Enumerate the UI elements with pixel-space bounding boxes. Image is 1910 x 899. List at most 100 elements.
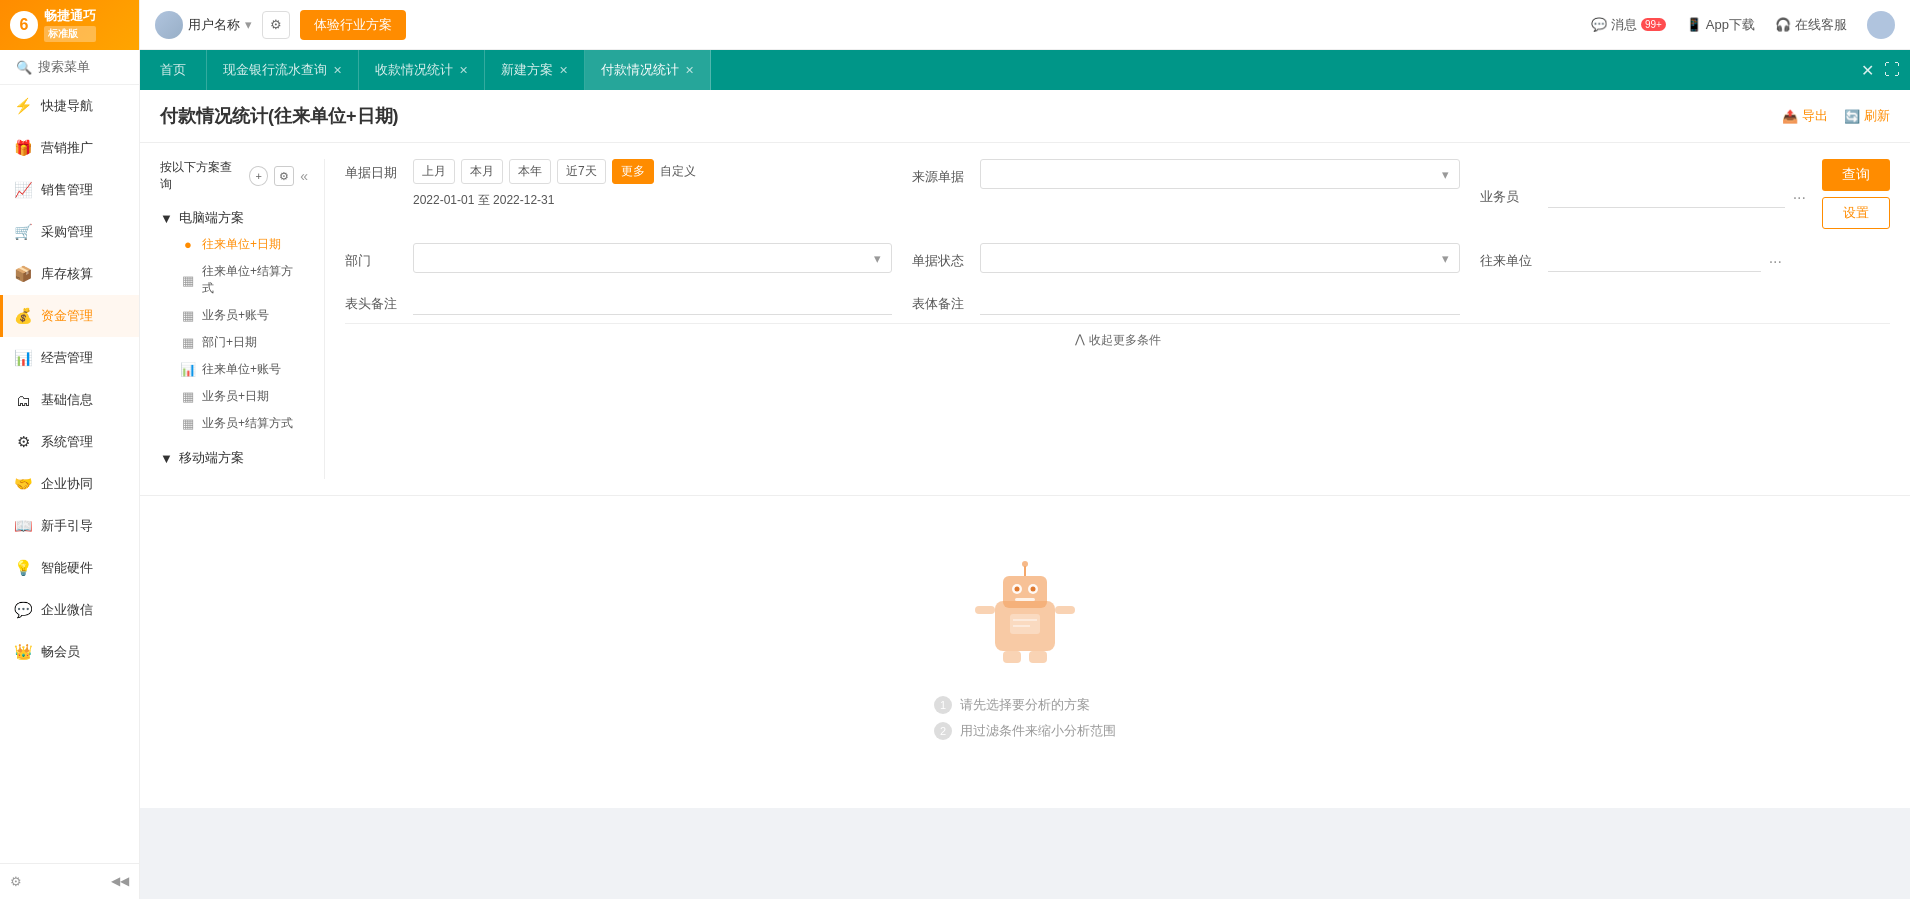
scheme-item[interactable]: ▦ 业务员+结算方式 <box>160 410 308 437</box>
sidebar-item-guide[interactable]: 📖 新手引导 <box>0 505 139 547</box>
online-service-btn[interactable]: 🎧 在线客服 <box>1775 16 1847 34</box>
sidebar-item-wechat[interactable]: 💬 企业微信 <box>0 589 139 631</box>
body-note-input[interactable] <box>980 287 1459 315</box>
message-btn[interactable]: 💬 消息 99+ <box>1591 16 1666 34</box>
header-note-input[interactable] <box>413 287 892 315</box>
search-menu[interactable]: 🔍 搜索菜单 <box>0 50 139 85</box>
sidebar-item-quick-nav[interactable]: ⚡ 快捷导航 <box>0 85 139 127</box>
svg-rect-12 <box>1029 651 1047 663</box>
date-custom-label[interactable]: 自定义 <box>660 163 696 180</box>
scheme-item[interactable]: ▦ 业务员+日期 <box>160 383 308 410</box>
nav-label-marketing: 营销推广 <box>41 139 93 157</box>
sidebar-item-sales[interactable]: 📈 销售管理 <box>0 169 139 211</box>
sidebar-item-operation[interactable]: 📊 经营管理 <box>0 337 139 379</box>
nav-label-inventory: 库存核算 <box>41 265 93 283</box>
tab-close-payment-stat[interactable]: ✕ <box>685 64 694 77</box>
tab-label-payment-stat: 付款情况统计 <box>601 61 679 79</box>
scheme-item[interactable]: ▦ 往来单位+结算方式 <box>160 258 308 302</box>
salesperson-input[interactable] <box>1548 180 1785 208</box>
tab-expand-btn[interactable]: ⛶ <box>1884 61 1900 79</box>
nav-icon-guide: 📖 <box>13 516 33 536</box>
sidebar-item-marketing[interactable]: 🎁 营销推广 <box>0 127 139 169</box>
nav-label-operation: 经营管理 <box>41 349 93 367</box>
body-note-label: 表体备注 <box>912 290 972 313</box>
panel-collapse-btn[interactable]: « <box>300 168 308 184</box>
nav-icon-capital: 💰 <box>13 306 33 326</box>
sidebar-item-member[interactable]: 👑 畅会员 <box>0 631 139 673</box>
edition-badge: 标准版 <box>44 26 96 42</box>
footer-collapse-icon[interactable]: ◀◀ <box>111 874 129 889</box>
user-avatar <box>155 11 183 39</box>
nav-label-guide: 新手引导 <box>41 517 93 535</box>
tab-cashflow[interactable]: 现金银行流水查询✕ <box>207 50 359 90</box>
settings-icon: ⚙ <box>279 170 289 183</box>
sidebar-item-inventory[interactable]: 📦 库存核算 <box>0 253 139 295</box>
scheme-item-icon: ▦ <box>180 416 196 432</box>
export-btn[interactable]: 📤 导出 <box>1782 107 1828 125</box>
date-btn-last-month[interactable]: 上月 <box>413 159 455 184</box>
dept-dropdown-icon: ▾ <box>874 251 881 266</box>
sidebar-item-purchase[interactable]: 🛒 采购管理 <box>0 211 139 253</box>
date-btns-group: 上月本月本年近7天更多自定义 2022-01-01 至 2022-12-31 <box>413 159 696 209</box>
salesperson-label: 业务员 <box>1480 183 1540 206</box>
search-menu-label: 搜索菜单 <box>38 58 90 76</box>
tab-close-new-scheme[interactable]: ✕ <box>559 64 568 77</box>
nav-icon-smart-hw: 💡 <box>13 558 33 578</box>
collapse-more-btn[interactable]: ⋀ 收起更多条件 <box>345 323 1890 357</box>
tab-receipt-stat[interactable]: 收款情况统计✕ <box>359 50 485 90</box>
service-icon: 🎧 <box>1775 17 1791 32</box>
sidebar-item-smart-hw[interactable]: 💡 智能硬件 <box>0 547 139 589</box>
date-btn-more[interactable]: 更多 <box>612 159 654 184</box>
message-label: 消息 <box>1611 16 1637 34</box>
scheme-item[interactable]: ▦ 业务员+账号 <box>160 302 308 329</box>
sidebar-item-basic-info[interactable]: 🗂 基础信息 <box>0 379 139 421</box>
scheme-item[interactable]: ● 往来单位+日期 <box>160 231 308 258</box>
tab-new-scheme[interactable]: 新建方案✕ <box>485 50 585 90</box>
salesperson-dots[interactable]: ... <box>1793 185 1806 203</box>
gear-icon: ⚙ <box>270 17 282 32</box>
topbar-gear-btn[interactable]: ⚙ <box>262 11 290 39</box>
tab-close-receipt-stat[interactable]: ✕ <box>459 64 468 77</box>
tab-payment-stat[interactable]: 付款情况统计 ✕ <box>585 50 711 90</box>
voucher-status-select[interactable]: ▾ <box>980 243 1459 273</box>
tab-close-all-btn[interactable]: ✕ <box>1861 61 1874 80</box>
query-btn[interactable]: 查询 <box>1822 159 1890 191</box>
scheme-item-icon: ▦ <box>180 389 196 405</box>
date-btn-7days[interactable]: 近7天 <box>557 159 606 184</box>
search-icon: 🔍 <box>16 60 32 75</box>
trial-btn[interactable]: 体验行业方案 <box>300 10 406 40</box>
scheme-group-title[interactable]: ▼ 移动端方案 <box>160 445 308 471</box>
user-avatar-right[interactable] <box>1867 11 1895 39</box>
scheme-item[interactable]: 📊 往来单位+账号 <box>160 356 308 383</box>
tab-home[interactable]: 首页 <box>140 50 207 90</box>
date-btn-this-year[interactable]: 本年 <box>509 159 551 184</box>
tab-close-cashflow[interactable]: ✕ <box>333 64 342 77</box>
source-select[interactable]: ▾ <box>980 159 1459 189</box>
app-download-btn[interactable]: 📱 App下载 <box>1686 16 1755 34</box>
refresh-btn[interactable]: 🔄 刷新 <box>1844 107 1890 125</box>
scheme-item-icon: 📊 <box>180 362 196 378</box>
sidebar-item-system[interactable]: ⚙ 系统管理 <box>0 421 139 463</box>
scheme-group-title[interactable]: ▼ 电脑端方案 <box>160 205 308 231</box>
filter-settings-btn[interactable]: 设置 <box>1822 197 1890 229</box>
footer-settings-icon[interactable]: ⚙ <box>10 874 22 889</box>
nav-icon-basic-info: 🗂 <box>13 390 33 410</box>
sidebar-item-enterprise[interactable]: 🤝 企业协同 <box>0 463 139 505</box>
nav-icon-sales: 📈 <box>13 180 33 200</box>
sidebar-header: 6 畅捷通巧 标准版 <box>0 0 139 50</box>
dropdown-icon[interactable]: ▾ <box>245 17 252 32</box>
tabbar-end: ✕ ⛶ <box>1851 50 1910 90</box>
scheme-settings-btn[interactable]: ⚙ <box>274 166 294 186</box>
scheme-item[interactable]: ▦ 部门+日期 <box>160 329 308 356</box>
svg-point-4 <box>1015 587 1020 592</box>
sidebar-item-capital[interactable]: 💰 资金管理 <box>0 295 139 337</box>
scheme-item-label: 业务员+日期 <box>202 388 269 405</box>
scheme-item-label: 业务员+结算方式 <box>202 415 293 432</box>
source-dropdown-icon: ▾ <box>1442 167 1449 182</box>
date-btn-this-month[interactable]: 本月 <box>461 159 503 184</box>
counterpart-input[interactable] <box>1548 244 1761 272</box>
page-header: 付款情况统计(往来单位+日期) 📤 导出 🔄 刷新 <box>140 90 1910 143</box>
counterpart-dots[interactable]: ... <box>1769 249 1782 267</box>
dept-select[interactable]: ▾ <box>413 243 892 273</box>
add-scheme-btn[interactable]: + <box>249 166 269 186</box>
